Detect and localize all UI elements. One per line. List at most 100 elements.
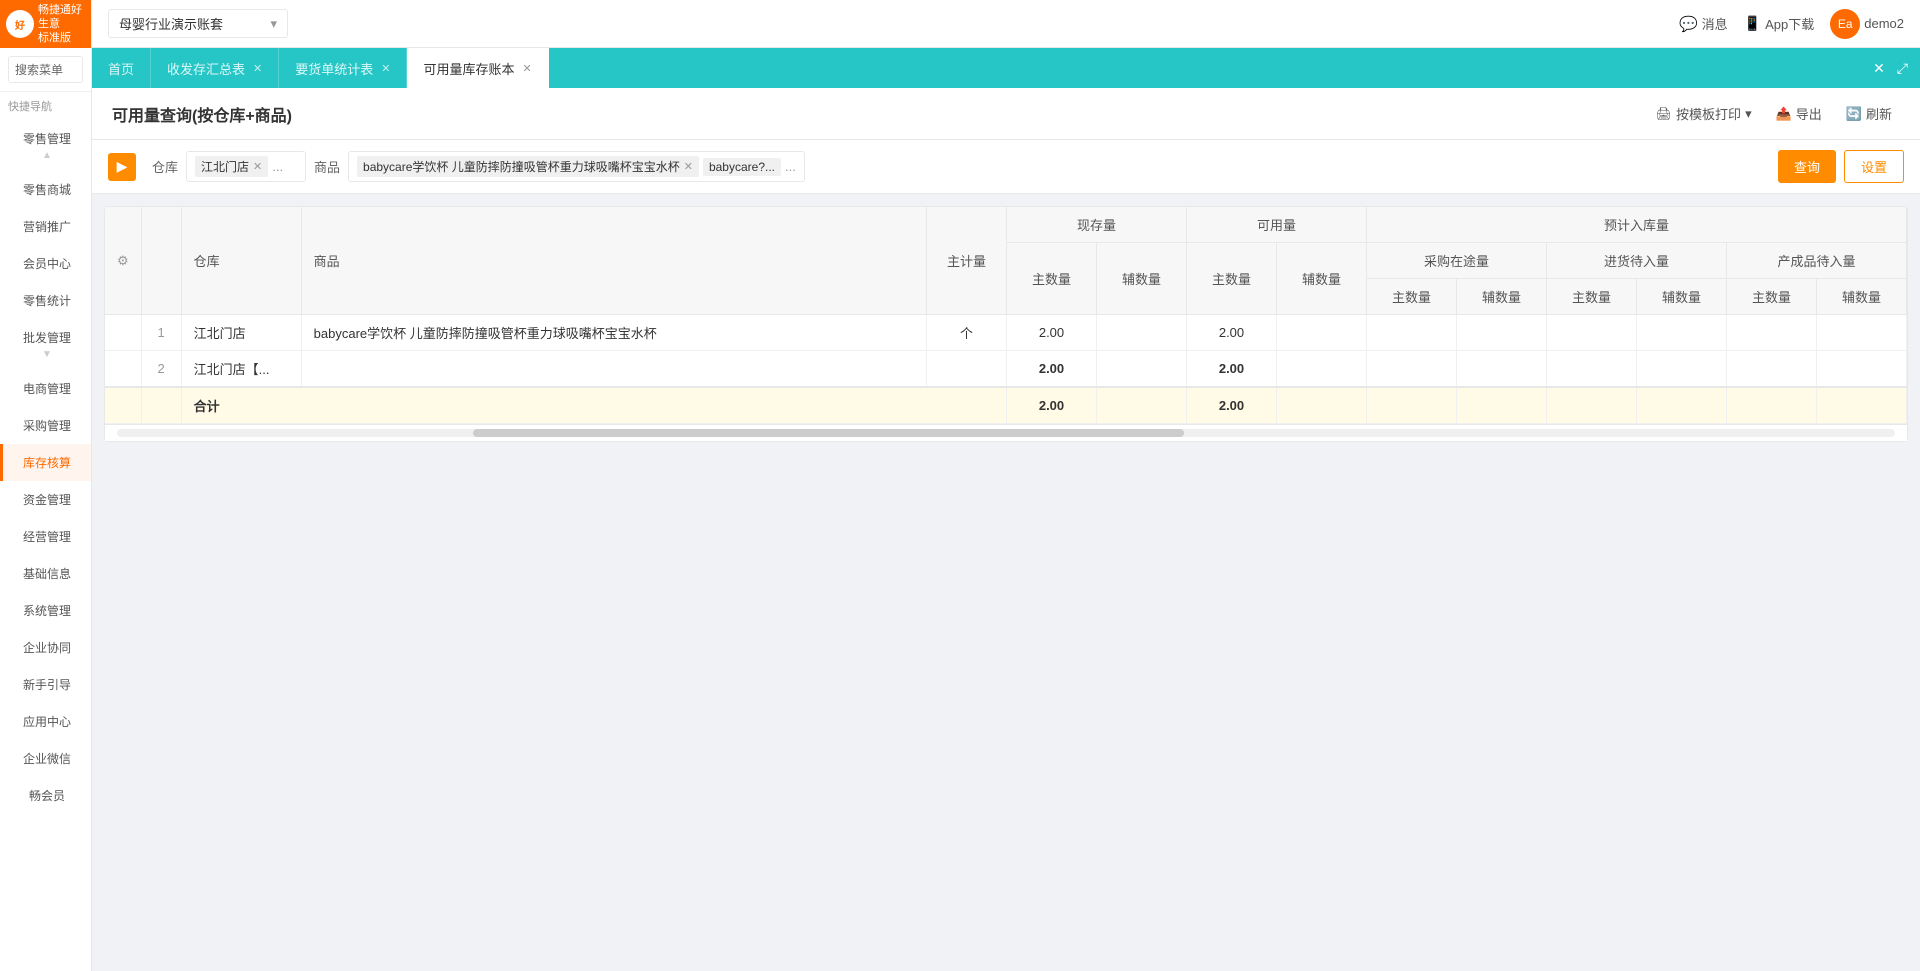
sidebar-item-newbie[interactable]: 新手引导 [0, 666, 91, 703]
tab-available-stock[interactable]: 可用量库存账本 ✕ [407, 48, 548, 88]
tab-close-all[interactable]: ✕ [1869, 56, 1889, 81]
tab-order-stats-label: 要货单统计表 [295, 59, 373, 78]
sidebar-item-apps[interactable]: 应用中心 [0, 703, 91, 740]
scrollbar-thumb[interactable] [473, 429, 1184, 437]
td-footer-avail-aux [1277, 387, 1367, 424]
table-area: ⚙ 仓库 商品 主计量 现存量 可用量 预计入库量 主数量 辅数量 主数量 辅数… [104, 206, 1908, 442]
sidebar-item-label: 零售管理 [23, 130, 71, 147]
product-filter-input[interactable]: babycare学饮杯 儿童防摔防撞吸管杯重力球吸嘴杯宝宝水杯 ✕ babyca… [348, 151, 805, 182]
sidebar-item-label: 批发管理 [23, 329, 71, 346]
td-avail-aux [1277, 351, 1367, 388]
td-prod-aux [1817, 351, 1907, 388]
td-stock-main: 2.00 [1007, 351, 1097, 388]
td-footer-prod-aux [1817, 387, 1907, 424]
sidebar-item-marketing[interactable]: 营销推广 [0, 208, 91, 245]
td-gear [105, 351, 141, 388]
sidebar-search[interactable]: 搜索菜单 [0, 48, 91, 92]
nav-quick-label: 快捷导航 [0, 92, 91, 120]
product-tag1-close[interactable]: ✕ [684, 160, 693, 173]
sidebar-item-label: 零售商城 [23, 181, 71, 198]
tab-receive-close[interactable]: ✕ [253, 62, 262, 75]
td-footer-avail-main: 2.00 [1187, 387, 1277, 424]
page-title: 可用量查询(按仓库+商品) [112, 102, 292, 126]
warehouse-filter-input[interactable]: 江北门店 ✕ ... [186, 151, 306, 182]
scrollbar-track[interactable] [117, 429, 1895, 437]
sidebar-item-label: 营销推广 [23, 218, 71, 235]
td-prod-main [1727, 351, 1817, 388]
th-pp-aux: 辅数量 [1637, 279, 1727, 315]
sidebar-item-enterprise[interactable]: 企业协同 [0, 629, 91, 666]
setting-button[interactable]: 设置 [1844, 150, 1904, 183]
sidebar-item-operations[interactable]: 经营管理 [0, 518, 91, 555]
th-avail-aux: 辅数量 [1277, 243, 1367, 315]
warehouse-tag-close[interactable]: ✕ [253, 160, 262, 173]
table-row: 2 江北门店【... 2.00 2.00 [105, 351, 1907, 388]
user-profile[interactable]: Ea demo2 [1830, 9, 1904, 39]
sidebar-item-basic[interactable]: 基础信息 [0, 555, 91, 592]
th-gear[interactable]: ⚙ [105, 207, 141, 315]
filter-toggle-btn[interactable]: ▶ [108, 153, 136, 181]
sidebar-item-finance[interactable]: 资金管理 [0, 481, 91, 518]
company-selector[interactable]: 母婴行业演示账套 ▾ [108, 9, 288, 38]
message-btn[interactable]: 💬 消息 [1679, 14, 1728, 33]
sidebar-item-label: 电商管理 [23, 380, 71, 397]
tab-receive[interactable]: 收发存汇总表 ✕ [151, 48, 279, 88]
app-logo: 好 畅捷通好生意 标准版 [0, 0, 91, 48]
td-warehouse: 江北门店【... [181, 351, 301, 388]
th-purchase-transit: 采购在途量 [1367, 243, 1547, 279]
th-pt-main: 主数量 [1367, 279, 1457, 315]
print-icon: 🖨 [1656, 106, 1673, 122]
td-stock-aux [1097, 315, 1187, 351]
sidebar-item-ecommerce[interactable]: 电商管理 [0, 370, 91, 407]
download-label: App下载 [1765, 14, 1814, 33]
td-pt-aux [1457, 351, 1547, 388]
warehouse-ellipsis[interactable]: ... [272, 159, 283, 174]
sidebar-item-wechat[interactable]: 企业微信 [0, 740, 91, 777]
th-prod-aux: 辅数量 [1817, 279, 1907, 315]
td-stock-aux [1097, 351, 1187, 388]
query-button[interactable]: 查询 [1778, 150, 1836, 183]
th-stock-main: 主数量 [1007, 243, 1097, 315]
product-tag2: babycare?... [703, 158, 781, 176]
topbar-right: 💬 消息 📱 App下载 Ea demo2 [1679, 9, 1904, 39]
th-pt-aux: 辅数量 [1457, 279, 1547, 315]
sidebar-item-member2[interactable]: 畅会员 [0, 777, 91, 814]
th-product: 商品 [301, 207, 926, 315]
td-footer-pp-main [1547, 387, 1637, 424]
product-ellipsis[interactable]: ... [785, 159, 796, 174]
sidebar-item-member[interactable]: 会员中心 [0, 245, 91, 282]
warehouse-filter-label: 仓库 [152, 157, 178, 176]
logo-text: 畅捷通好生意 标准版 [38, 3, 85, 46]
th-stock-aux: 辅数量 [1097, 243, 1187, 315]
template-print-btn[interactable]: 🖨 按模板打印 ▾ [1648, 100, 1760, 127]
td-footer-pp-aux [1637, 387, 1727, 424]
user-name: demo2 [1864, 16, 1904, 31]
sidebar-item-purchase[interactable]: 采购管理 [0, 407, 91, 444]
refresh-btn[interactable]: 🔄 刷新 [1838, 100, 1900, 127]
td-avail-main: 2.00 [1187, 315, 1277, 351]
sidebar-item-retail-stats[interactable]: 零售统计 [0, 282, 91, 319]
export-btn[interactable]: 📤 导出 [1768, 100, 1830, 127]
sidebar-item-system[interactable]: 系统管理 [0, 592, 91, 629]
tab-home-label: 首页 [108, 59, 134, 78]
page-actions: 🖨 按模板打印 ▾ 📤 导出 🔄 刷新 [1648, 100, 1900, 127]
page-header: 可用量查询(按仓库+商品) 🖨 按模板打印 ▾ 📤 导出 🔄 刷新 [92, 88, 1920, 140]
th-pp-main: 主数量 [1547, 279, 1637, 315]
td-product: babycare学饮杯 儿童防摔防撞吸管杯重力球吸嘴杯宝宝水杯 [301, 315, 926, 351]
tab-maximize[interactable]: ⤢ [1893, 56, 1912, 81]
sidebar-item-label: 库存核算 [23, 454, 71, 471]
tab-home[interactable]: 首页 [92, 48, 151, 88]
table-footer-row: 合计 2.00 2.00 [105, 387, 1907, 424]
sidebar-item-label: 企业微信 [23, 750, 71, 767]
tab-order-stats[interactable]: 要货单统计表 ✕ [279, 48, 407, 88]
sidebar-item-retail-mall[interactable]: 零售商城 [0, 171, 91, 208]
tab-available-stock-close[interactable]: ✕ [523, 62, 532, 75]
search-menu-button[interactable]: 搜索菜单 [8, 56, 83, 83]
sidebar-item-retail[interactable]: 零售管理 ▲ [0, 120, 91, 171]
tab-order-stats-close[interactable]: ✕ [381, 62, 390, 75]
sidebar-item-inventory[interactable]: 库存核算 [0, 444, 91, 481]
sidebar-item-wholesale[interactable]: 批发管理 ▼ [0, 319, 91, 370]
th-production-pending: 产成品待入量 [1727, 243, 1907, 279]
td-footer-pt-aux [1457, 387, 1547, 424]
app-download-btn[interactable]: 📱 App下载 [1744, 14, 1815, 33]
